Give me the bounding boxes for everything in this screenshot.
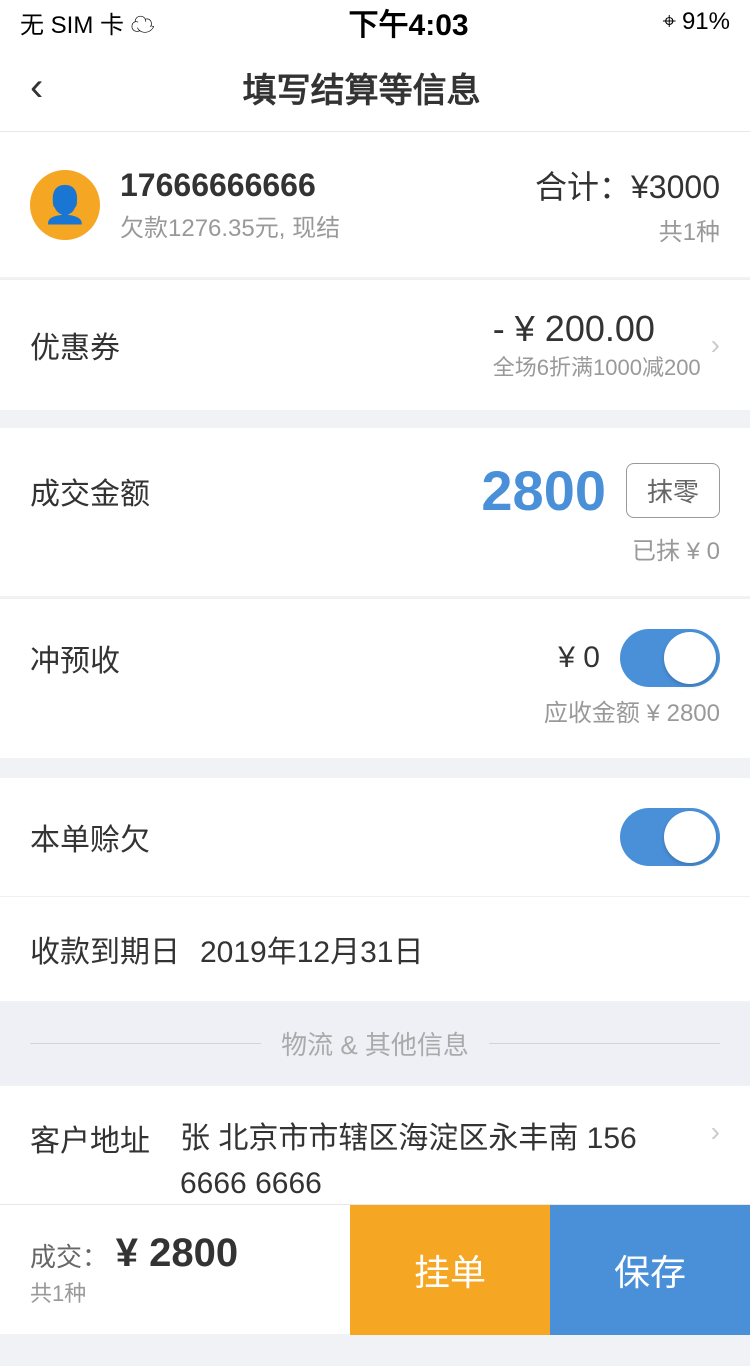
total-count: 共1种 — [535, 212, 720, 247]
coupon-detail: 全场6折满1000减200 — [493, 350, 701, 382]
bottom-deal-amount: ¥ 2800 — [116, 1231, 238, 1275]
precollect-row: 冲预收 ¥ 0 — [30, 629, 720, 687]
save-button[interactable]: 保存 — [550, 1205, 750, 1335]
debt-toggle-knob — [664, 811, 716, 863]
address-chevron-icon: › — [711, 1116, 720, 1148]
section-divider-2 — [0, 758, 750, 776]
customer-phone: 17666666666 — [120, 167, 340, 204]
section-divider-1 — [0, 410, 750, 428]
debt-label: 本单赊欠 — [30, 815, 150, 859]
deal-amount-label: 成交金额 — [30, 469, 150, 513]
precollect-right: ¥ 0 — [558, 629, 720, 687]
logistics-line-left — [30, 1043, 261, 1044]
duedate-value: 2019年12月31日 — [200, 927, 423, 971]
coupon-right: - ¥ 200.00 全场6折满1000减200 › — [493, 308, 720, 382]
customer-info-left: 👤 17666666666 欠款1276.35元, 现结 — [30, 167, 340, 243]
logistics-divider: 物流 & 其他信息 — [0, 1003, 750, 1084]
deal-amount-row: 成交金额 2800 抹零 — [30, 458, 720, 523]
precollect-sub-text: 应收金额 ¥ 2800 — [30, 693, 720, 728]
back-button[interactable]: ‹ — [30, 65, 43, 110]
precollect-label: 冲预收 — [30, 636, 120, 680]
logistics-text: 物流 & 其他信息 — [281, 1025, 469, 1062]
main-content: 👤 17666666666 欠款1276.35元, 现结 合计：¥3000 共1… — [0, 132, 750, 1366]
total-amount: 合计：¥3000 — [535, 162, 720, 208]
address-value: 张 北京市市辖区海淀区永丰南 156 6666 6666 — [180, 1116, 711, 1206]
status-left: 无 SIM 卡 ☁ — [20, 5, 155, 40]
bottom-deal-label: 成交： — [30, 1242, 108, 1272]
address-label: 客户地址 — [30, 1116, 150, 1160]
round-off-button[interactable]: 抹零 — [626, 463, 720, 518]
page-title: 填写结算等信息 — [63, 63, 660, 112]
deal-amount-section: 成交金额 2800 抹零 已抹 ¥ 0 — [0, 428, 750, 596]
coupon-row[interactable]: 优惠券 - ¥ 200.00 全场6折满1000减200 › — [0, 279, 750, 410]
status-time: 下午4:03 — [349, 0, 469, 44]
coupon-chevron-icon: › — [711, 329, 720, 361]
precollect-toggle[interactable] — [620, 629, 720, 687]
precollect-amount: ¥ 0 — [558, 641, 600, 675]
bottom-count: 共1种 — [30, 1276, 320, 1308]
nav-bar: ‹ 填写结算等信息 — [0, 44, 750, 132]
customer-card: 👤 17666666666 欠款1276.35元, 现结 合计：¥3000 共1… — [0, 132, 750, 277]
debt-toggle[interactable] — [620, 808, 720, 866]
debt-section: 本单赊欠 — [0, 778, 750, 896]
location-icon: ⌖ — [662, 8, 676, 36]
deal-amount-value: 2800 — [481, 458, 606, 523]
customer-sub-text: 欠款1276.35元, 现结 — [120, 208, 340, 243]
precollect-section: 冲预收 ¥ 0 应收金额 ¥ 2800 — [0, 598, 750, 758]
precollect-toggle-knob — [664, 632, 716, 684]
avatar: 👤 — [30, 170, 100, 240]
hang-button[interactable]: 挂单 — [350, 1205, 550, 1335]
deal-amount-right: 2800 抹零 — [481, 458, 720, 523]
bottom-deal-row: 成交： ¥ 2800 — [30, 1231, 320, 1276]
bottom-bar: 成交： ¥ 2800 共1种 挂单 保存 — [0, 1204, 750, 1334]
logistics-line-right — [489, 1043, 720, 1044]
coupon-label: 优惠券 — [30, 323, 120, 367]
sim-indicator: 无 SIM 卡 ☁ — [20, 5, 155, 40]
duedate-label: 收款到期日 — [30, 927, 180, 971]
duedate-section: 收款到期日 2019年12月31日 — [0, 896, 750, 1001]
status-bar: 无 SIM 卡 ☁ 下午4:03 ⌖ 91% — [0, 0, 750, 44]
bottom-summary: 成交： ¥ 2800 共1种 — [0, 1231, 350, 1308]
battery-indicator: 91% — [682, 8, 730, 36]
status-right: ⌖ 91% — [662, 8, 730, 36]
duedate-row: 收款到期日 2019年12月31日 — [30, 927, 720, 971]
customer-details: 17666666666 欠款1276.35元, 现结 — [120, 167, 340, 243]
coupon-discount: - ¥ 200.00 — [493, 308, 701, 350]
customer-total: 合计：¥3000 共1种 — [535, 162, 720, 247]
deal-amount-sub: 已抹 ¥ 0 — [30, 531, 720, 566]
